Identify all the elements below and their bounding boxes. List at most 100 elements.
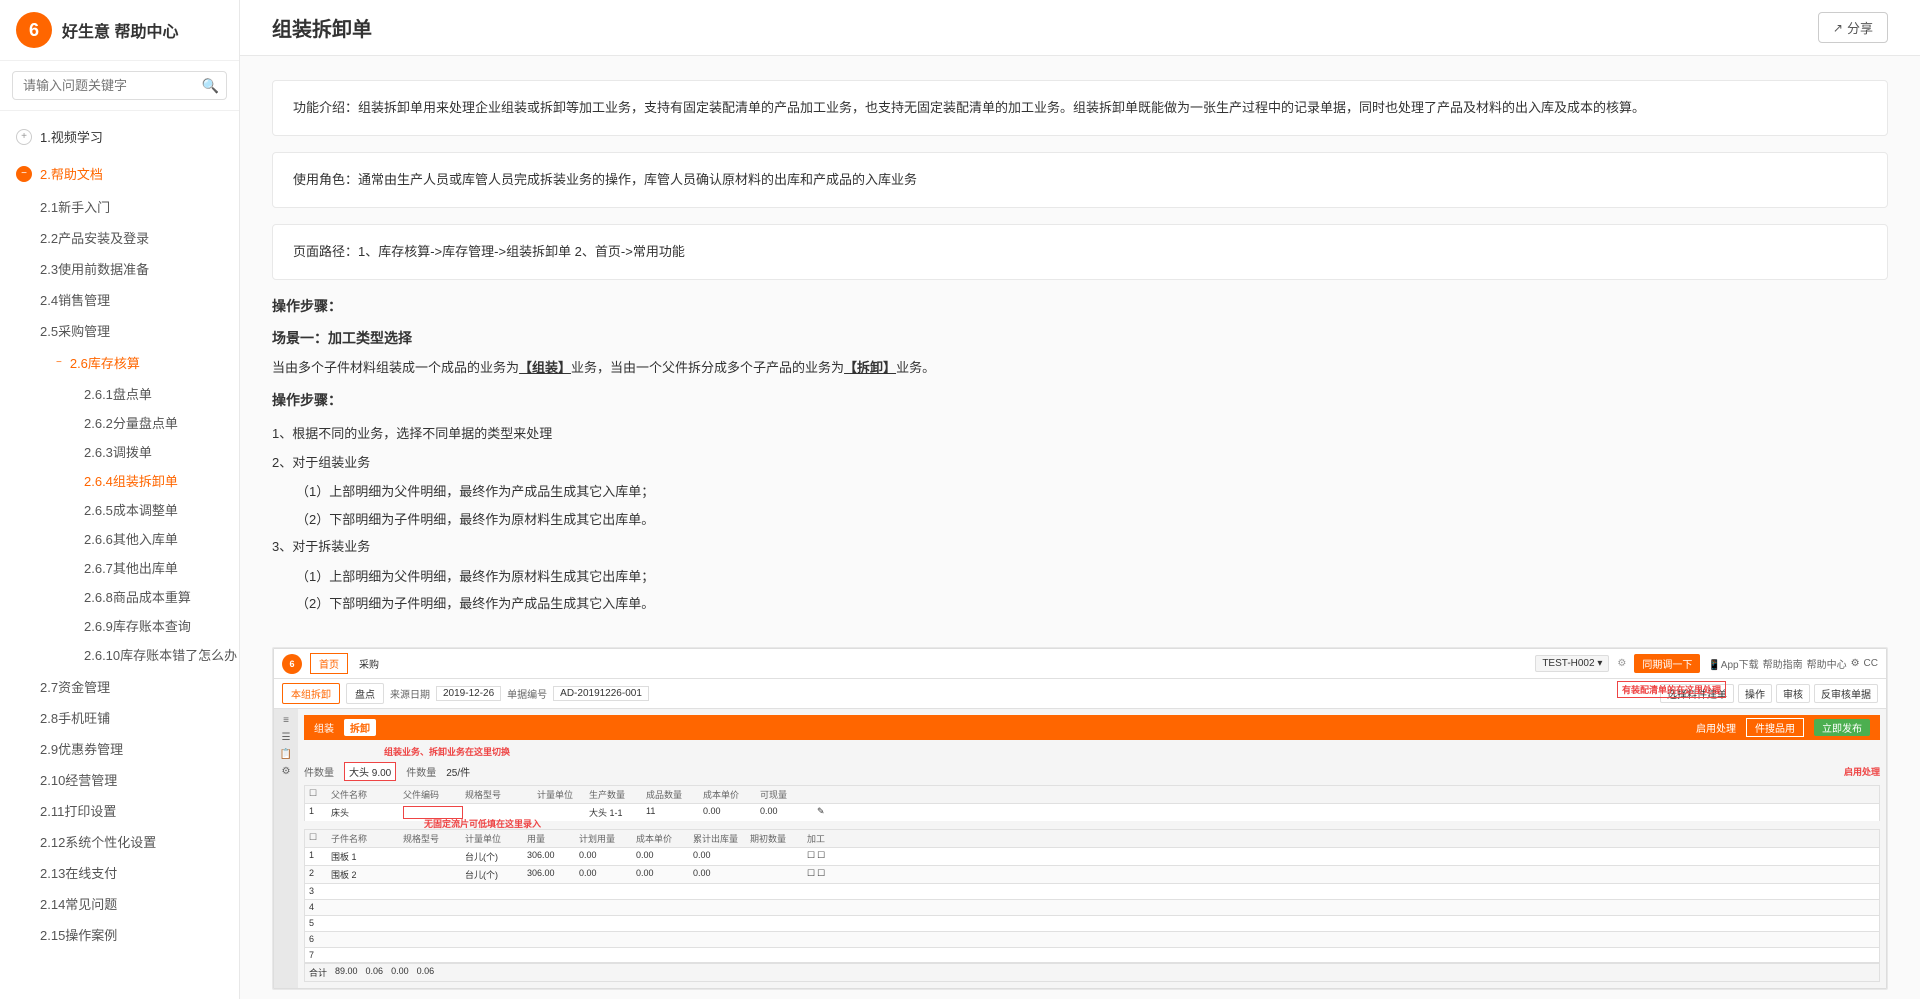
app-tab-assembly[interactable]: 本组拆卸: [282, 683, 340, 704]
sidebar-item-stock[interactable]: − 2.6库存核算: [40, 346, 239, 379]
app-footer-totals: 合计 89.00 0.06 0.00 0.06: [304, 963, 1880, 982]
app-lower-row-4: 4: [304, 899, 1880, 915]
lower-r2-unit: 台儿(个): [465, 868, 525, 881]
scene1-steps-title: 操作步骤：: [272, 390, 1888, 410]
search-area: 🔍: [0, 61, 239, 111]
app-left-icon-3[interactable]: 📋: [280, 749, 292, 760]
nav-section-video: + 1.视频学习: [0, 119, 239, 154]
role-text: 使用角色：通常由生产人员或库管人员完成拆装业务的操作，库管人员确认原材料的出库和…: [293, 172, 917, 187]
sidebar-item-install[interactable]: 2.2产品安装及登录: [40, 222, 239, 253]
lower-th-check: ☐: [309, 832, 329, 845]
sidebar-item-settings[interactable]: 2.12系统个性化设置: [40, 826, 239, 857]
sidebar-item-2.6.1[interactable]: 2.6.1盘点单: [84, 379, 239, 408]
app-type-switch-btn[interactable]: 拆卸: [344, 719, 376, 736]
share-button[interactable]: ↗ 分享: [1818, 12, 1888, 43]
sidebar-item-video[interactable]: + 1.视频学习: [0, 119, 239, 154]
operations-block: 操作步骤： 场景一：加工类型选择 当由多个子件材料组装成一个成品的业务为【组装】…: [272, 296, 1888, 635]
lower-r1-ops[interactable]: ☐☐: [807, 850, 837, 863]
app-topbar: 6 首页 采购 TEST-H002 ▾ ⚙ 同期调一下 📱App下载 帮助指南 …: [274, 649, 1886, 679]
app-form-qty-val[interactable]: 大头 9.00: [344, 762, 396, 781]
scene1-title: 场景一：加工类型选择: [272, 328, 1888, 348]
lower-r1-cost: 0.00: [636, 850, 691, 863]
app-left-icon-1[interactable]: ≡: [283, 715, 289, 726]
sidebar-item-payment[interactable]: 2.13在线支付: [40, 857, 239, 888]
sidebar-item-cases[interactable]: 2.15操作案例: [40, 919, 239, 950]
lower-r1-unit: 台儿(个): [465, 850, 525, 863]
sidebar-item-purchase[interactable]: 2.5采购管理: [40, 315, 239, 346]
app-form-label-unit: 件数量: [406, 764, 436, 779]
app-settings-icon[interactable]: ⚙: [1851, 658, 1860, 669]
sidebar-item-sales[interactable]: 2.4销售管理: [40, 284, 239, 315]
main-area: 组装拆卸单 ↗ 分享 功能介绍：组装拆卸单用来处理企业组装或拆卸等加工业务，支持…: [240, 0, 1920, 999]
app-help-center-icon[interactable]: 帮助中心: [1807, 656, 1847, 671]
app-lower-table-section: 无固定流片可低填在这里录入 ☐ 子件名称 规格型号 计量单位 用量 计划用量 成…: [304, 829, 1880, 963]
sidebar-item-stock-label: 2.6库存核算: [70, 353, 140, 372]
sidebar-item-docs[interactable]: − 2.帮助文档: [0, 156, 239, 191]
sidebar-item-new[interactable]: 2.1新手入门: [40, 191, 239, 222]
nav-icon-docs: −: [16, 166, 32, 182]
app-no-field[interactable]: AD-20191226-001: [553, 686, 649, 701]
sidebar-item-finance[interactable]: 2.7资金管理: [40, 671, 239, 702]
search-input[interactable]: [12, 71, 227, 100]
sidebar-item-2.6.5[interactable]: 2.6.5成本调整单: [84, 495, 239, 524]
app-left-icon-4[interactable]: ⚙: [282, 766, 291, 777]
sidebar-item-2.6.10[interactable]: 2.6.10库存账本错了怎么办: [84, 640, 239, 669]
sidebar-item-2.6.9[interactable]: 2.6.9库存账本查询: [84, 611, 239, 640]
main-header: 组装拆卸单 ↗ 分享: [240, 0, 1920, 56]
sidebar-item-ops[interactable]: 2.10经营管理: [40, 764, 239, 795]
app-company-dropdown[interactable]: TEST-H002 ▾: [1535, 655, 1609, 672]
lower-r5-num: 5: [309, 918, 329, 929]
sidebar-item-2.6.7[interactable]: 2.6.7其他出库单: [84, 553, 239, 582]
lower-th-usage: 用量: [527, 832, 577, 845]
app-user-icon[interactable]: CC: [1864, 658, 1878, 669]
app-confirm-btn[interactable]: 立即发布: [1814, 719, 1870, 736]
function-intro-box: 功能介绍：组装拆卸单用来处理企业组装或拆卸等加工业务，支持有固定装配清单的产品加…: [272, 80, 1888, 136]
sidebar-item-mobile[interactable]: 2.8手机旺铺: [40, 702, 239, 733]
sidebar-item-2.6.3[interactable]: 2.6.3调拨单: [84, 437, 239, 466]
app-lower-row-2: 2 围板 2 台儿(个) 306.00 0.00 0.00 0.00 ☐☐: [304, 865, 1880, 883]
lower-r2-cum: 0.00: [693, 868, 748, 881]
app-form-row: 件数量 大头 9.00 件数量 25/件 启用处理: [304, 762, 1880, 781]
sidebar-item-data[interactable]: 2.3使用前数据准备: [40, 253, 239, 284]
step-2: 2、对于组装业务: [272, 451, 1888, 474]
sidebar-item-faq[interactable]: 2.14常见问题: [40, 888, 239, 919]
sidebar-item-2.6.4[interactable]: 2.6.4组装拆卸单: [84, 466, 239, 495]
sidebar-item-2.6.2[interactable]: 2.6.2分量盘点单: [84, 408, 239, 437]
logo-icon: 6: [16, 12, 52, 48]
app-form-section: 件数量 大头 9.00 件数量 25/件 启用处理 ☐ 父件名称: [304, 762, 1880, 821]
upper-row1-prod-qty: 大头 1-1: [589, 806, 644, 819]
screenshot-area: 6 首页 采购 TEST-H002 ▾ ⚙ 同期调一下 📱App下载 帮助指南 …: [272, 647, 1888, 990]
app-date-field[interactable]: 2019-12-26: [436, 686, 501, 701]
lower-r1-init: [750, 850, 805, 863]
app-help-guide-icon[interactable]: 帮助指南: [1763, 656, 1803, 671]
upper-row1-check[interactable]: 1: [309, 806, 329, 819]
app-sync-button[interactable]: 同期调一下: [1634, 654, 1700, 673]
lower-r6-num: 6: [309, 934, 329, 945]
footer-val2: 0.06: [366, 966, 384, 979]
upper-th-finish-qty: 成品数量: [646, 788, 701, 801]
sidebar: 6 好生意 帮助中心 🔍 + 1.视频学习 − 2.帮助文档 2.1新手入门 2…: [0, 0, 240, 999]
app-left-icon-2[interactable]: ☰: [282, 732, 291, 743]
share-icon: ↗: [1833, 21, 1843, 35]
app-menu-item-home[interactable]: 首页: [310, 653, 348, 674]
app-lower-row-5: 5: [304, 915, 1880, 931]
app-left-icon-bar: ≡ ☰ 📋 ⚙: [274, 709, 298, 988]
app-search-field[interactable]: 件搜品用: [1746, 718, 1804, 737]
upper-row1-action[interactable]: ✎: [817, 806, 847, 819]
lower-r2-ops[interactable]: ☐☐: [807, 868, 837, 881]
app-download-icon[interactable]: 📱App下载: [1708, 656, 1758, 671]
sidebar-item-coupon[interactable]: 2.9优惠券管理: [40, 733, 239, 764]
scene1-desc: 当由多个子件材料组装成一个成品的业务为【组装】业务，当由一个父件拆分成多个子产品…: [272, 356, 1888, 379]
lower-th-plan-usage: 计划用量: [579, 832, 634, 845]
app-btn-unreview[interactable]: 反审核单据: [1814, 684, 1878, 703]
app-btn-operate[interactable]: 操作: [1738, 684, 1772, 703]
sidebar-item-2.6.6[interactable]: 2.6.6其他入库单: [84, 524, 239, 553]
app-screenshot: 6 首页 采购 TEST-H002 ▾ ⚙ 同期调一下 📱App下载 帮助指南 …: [273, 648, 1887, 989]
app-tab-inventory[interactable]: 盘点: [346, 683, 384, 704]
lower-r7-num: 7: [309, 950, 329, 960]
sidebar-item-print[interactable]: 2.11打印设置: [40, 795, 239, 826]
upper-th-unit: 计量单位: [537, 788, 587, 801]
app-btn-review[interactable]: 审核: [1776, 684, 1810, 703]
sidebar-item-2.6.8[interactable]: 2.6.8商品成本重算: [84, 582, 239, 611]
app-menu-item-purchase[interactable]: 采购: [350, 653, 388, 674]
